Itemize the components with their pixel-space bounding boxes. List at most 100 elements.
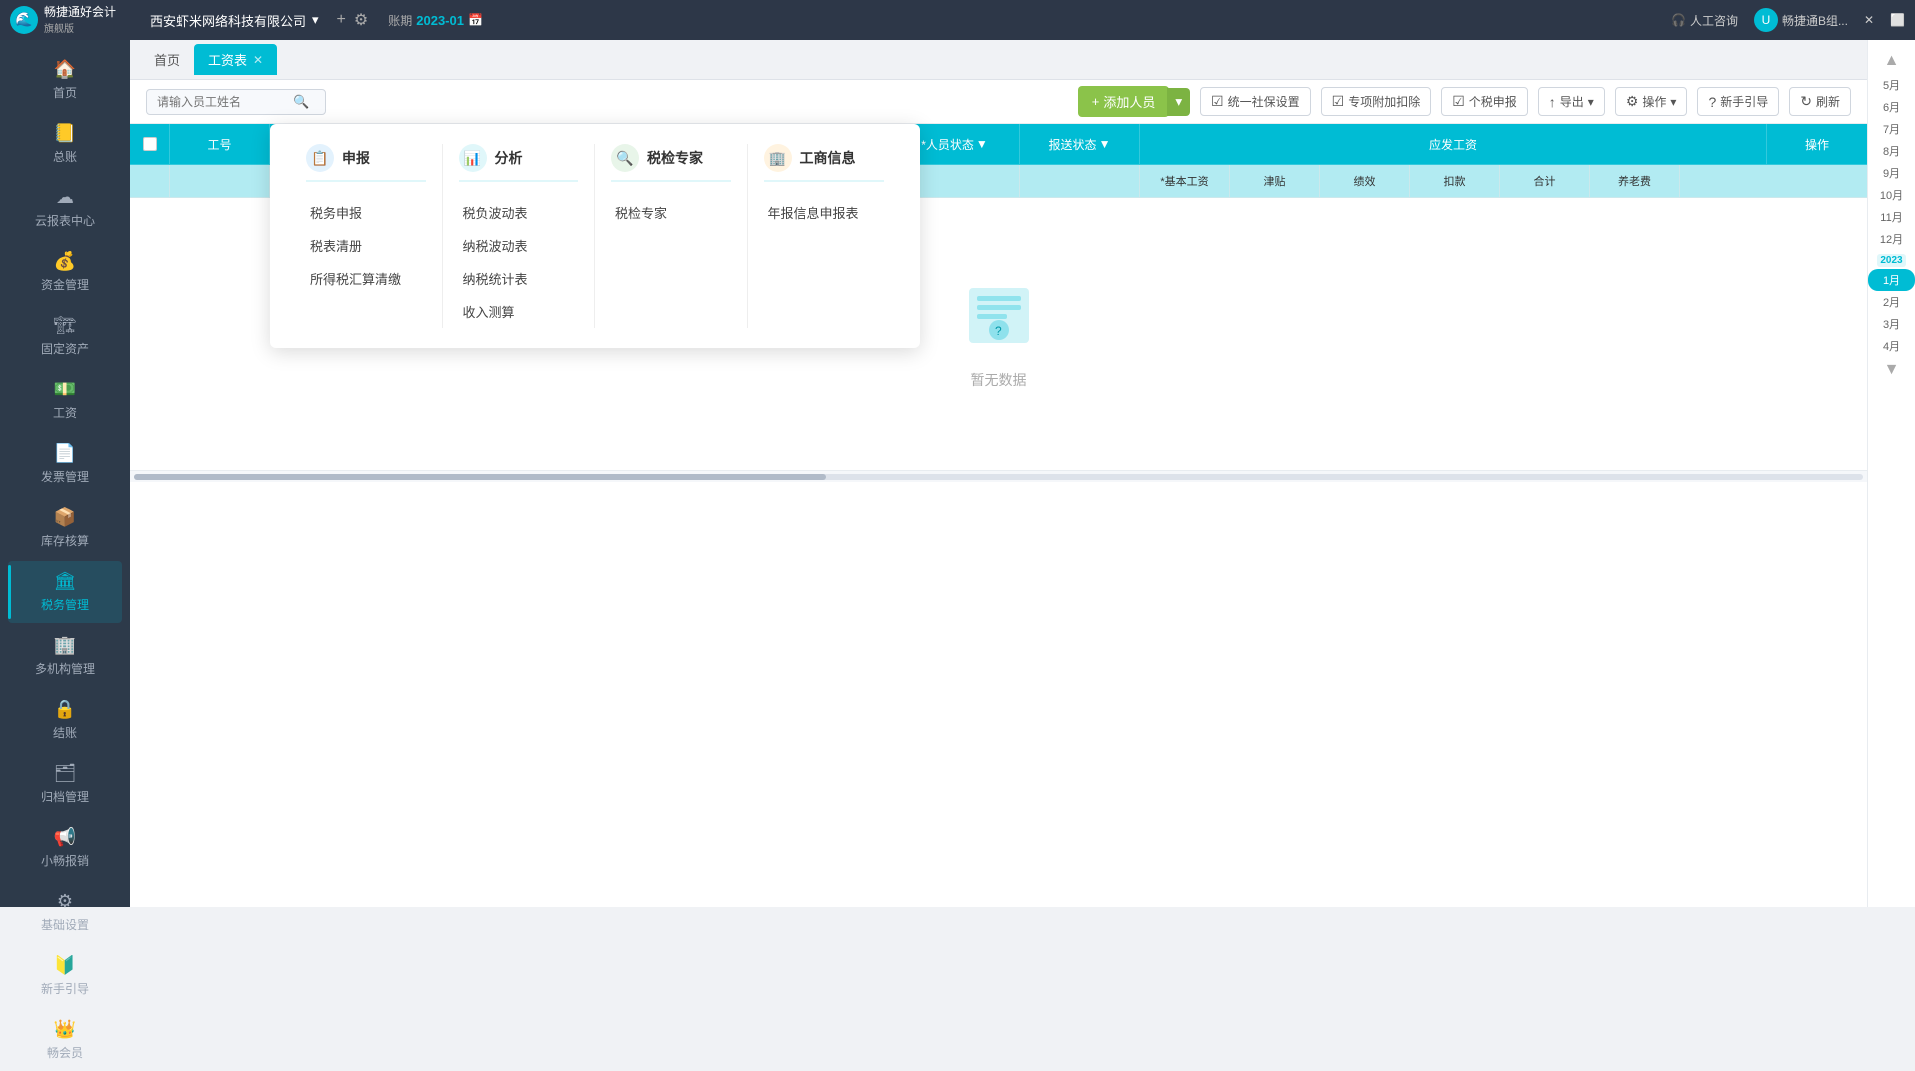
- sidebar-item-new-guide[interactable]: 🔰 新手引导: [8, 945, 122, 1007]
- maximize-icon: ⬜: [1890, 13, 1905, 27]
- th-pension: 养老费: [1590, 165, 1680, 197]
- sidebar-item-home[interactable]: 🏠 首页: [8, 49, 122, 111]
- special-deduction-icon: ☑: [1332, 93, 1345, 110]
- sidebar-label-fund: 资金管理: [41, 276, 89, 293]
- sidebar-item-multi-org[interactable]: 🏢 多机构管理: [8, 625, 122, 687]
- th-total: 合计: [1500, 165, 1590, 197]
- dropdown-header-tax-expert: 🔍 税检专家: [611, 144, 731, 182]
- timeline-prev-button[interactable]: ▲: [1880, 48, 1904, 74]
- dropdown-item-tax-declaration[interactable]: 税务申报: [306, 196, 426, 229]
- sidebar-item-archive[interactable]: 🗂 归档管理: [8, 753, 122, 815]
- timeline-month-3[interactable]: 3月: [1868, 313, 1915, 335]
- company-name: 西安虾米网络科技有限公司: [150, 11, 306, 30]
- export-button[interactable]: ↑ 导出 ▾: [1538, 87, 1605, 116]
- tab-salary[interactable]: 工资表 ✕: [194, 44, 277, 75]
- sidebar-item-invoice[interactable]: 📄 发票管理: [8, 433, 122, 495]
- timeline-month-4[interactable]: 4月: [1868, 335, 1915, 357]
- timeline-panel: ▲ 5月 6月 7月 8月 9月 10月 11月 12月 2023 1月 2月 …: [1867, 40, 1915, 907]
- scrollbar-thumb[interactable]: [134, 474, 826, 480]
- select-all-checkbox[interactable]: [143, 137, 157, 151]
- dropdown-item-income-forecast[interactable]: 收入测算: [459, 295, 579, 328]
- sidebar-label-ledger: 总账: [53, 148, 77, 165]
- dropdown-item-tax-expert[interactable]: 税检专家: [611, 196, 731, 229]
- timeline-month-10[interactable]: 10月: [1868, 184, 1915, 206]
- dropdown-item-tax-burden[interactable]: 税负波动表: [459, 196, 579, 229]
- sidebar-item-member[interactable]: 👑 畅会员: [8, 1009, 122, 1071]
- period-calendar-icon[interactable]: 📅: [468, 13, 483, 27]
- dropdown-item-tax-payment[interactable]: 纳税波动表: [459, 229, 579, 262]
- maximize-window-button[interactable]: ⬜: [1890, 13, 1905, 27]
- timeline-month-9[interactable]: 9月: [1868, 162, 1915, 184]
- sidebar-label-basic-settings: 基础设置: [41, 916, 89, 933]
- support-button[interactable]: 🎧 人工咨询: [1671, 12, 1738, 29]
- add-person-button[interactable]: + 添加人员: [1078, 86, 1170, 117]
- sidebar-item-fund-mgmt[interactable]: 💰 资金管理: [8, 241, 122, 303]
- refresh-icon: ↻: [1800, 93, 1812, 110]
- tax-icon: 🏛: [54, 571, 77, 592]
- sidebar-item-general-ledger[interactable]: 📒 总账: [8, 113, 122, 175]
- add-company-button[interactable]: +: [337, 11, 346, 29]
- sidebar-item-cloud-report[interactable]: ☁ 云报表中心: [8, 177, 122, 239]
- toolbar: 🔍 + 添加人员 ▾ ☑ 统一社保设置 ☑ 专项附加扣除 ☑ 个税申报: [130, 80, 1867, 124]
- sidebar-label-assets: 固定资产: [41, 340, 89, 357]
- timeline-next-button[interactable]: ▼: [1880, 357, 1904, 383]
- tab-salary-label: 工资表: [208, 50, 247, 69]
- refresh-button[interactable]: ↻ 刷新: [1789, 87, 1851, 116]
- operations-dropdown-icon: ▾: [1670, 95, 1676, 109]
- dropdown-item-tax-form-list[interactable]: 税表清册: [306, 229, 426, 262]
- sidebar-item-inventory[interactable]: 📦 库存核算: [8, 497, 122, 559]
- new-guide-button[interactable]: ? 新手引导: [1697, 87, 1779, 116]
- ledger-icon: 📒: [54, 123, 76, 144]
- sidebar-item-close-period[interactable]: 🔒 结账: [8, 689, 122, 751]
- timeline-month-12[interactable]: 12月: [1868, 228, 1915, 250]
- timeline-month-7[interactable]: 7月: [1868, 118, 1915, 140]
- user-button[interactable]: U 畅捷通B组...: [1754, 8, 1848, 32]
- logo-name: 畅捷通好会计: [44, 5, 116, 19]
- main-layout: 🏠 首页 📒 总账 ☁ 云报表中心 💰 资金管理 🏗 固定资产 💵 工资 📄 发…: [0, 40, 1915, 907]
- invoice-icon: 📄: [54, 443, 76, 464]
- special-deduction-button[interactable]: ☑ 专项附加扣除: [1321, 87, 1432, 116]
- dropdown-item-annual-report[interactable]: 年报信息申报表: [764, 196, 885, 229]
- company-dropdown-icon: ▾: [312, 12, 319, 28]
- bottom-scrollbar[interactable]: [130, 470, 1867, 482]
- dropdown-item-tax-stats[interactable]: 纳税统计表: [459, 262, 579, 295]
- dropdown-item-income-tax-settlement[interactable]: 所得税汇算清缴: [306, 262, 426, 295]
- tab-home[interactable]: 首页: [140, 44, 194, 75]
- th-merged-yingfa: 应发工资: [1140, 124, 1767, 164]
- timeline-month-11[interactable]: 11月: [1868, 206, 1915, 228]
- close-window-button[interactable]: ✕: [1864, 13, 1874, 27]
- new-guide-icon: 🔰: [54, 955, 76, 976]
- company-selector[interactable]: 西安虾米网络科技有限公司 ▾: [140, 7, 329, 34]
- sidebar-item-basic-settings[interactable]: ⚙ 基础设置: [8, 881, 122, 943]
- timeline-month-5[interactable]: 5月: [1868, 74, 1915, 96]
- timeline-month-1-current[interactable]: 1月: [1868, 269, 1915, 291]
- sidebar-label-archive: 归档管理: [41, 788, 89, 805]
- logo-sub: 旗舰版: [44, 20, 116, 35]
- sidebar-item-xiao-chang[interactable]: 📢 小畅报销: [8, 817, 122, 879]
- sidebar: 🏠 首页 📒 总账 ☁ 云报表中心 💰 资金管理 🏗 固定资产 💵 工资 📄 发…: [0, 40, 130, 907]
- company-settings-button[interactable]: ⚙: [354, 10, 368, 30]
- tab-close-icon[interactable]: ✕: [253, 53, 263, 67]
- search-input[interactable]: [157, 95, 287, 109]
- th-checkbox[interactable]: [130, 124, 170, 164]
- operations-button[interactable]: ⚙ 操作 ▾: [1615, 87, 1688, 116]
- timeline-month-2[interactable]: 2月: [1868, 291, 1915, 313]
- social-insurance-button[interactable]: ☑ 统一社保设置: [1200, 87, 1311, 116]
- xiao-chang-icon: 📢: [54, 827, 76, 848]
- sidebar-item-fixed-assets[interactable]: 🏗 固定资产: [8, 305, 122, 367]
- svg-text:?: ?: [995, 324, 1002, 338]
- sidebar-item-tax-mgmt[interactable]: 🏛 税务管理: [8, 561, 122, 623]
- th-base-salary: *基本工资: [1140, 165, 1230, 197]
- declaration-icon: 📋: [306, 144, 334, 172]
- add-person-dropdown-button[interactable]: ▾: [1167, 88, 1190, 116]
- scrollbar-track[interactable]: [134, 474, 1863, 480]
- timeline-month-8[interactable]: 8月: [1868, 140, 1915, 162]
- th-report-status[interactable]: 报送状态 ▼: [1020, 124, 1140, 164]
- personal-tax-button[interactable]: ☑ 个税申报: [1441, 87, 1528, 116]
- sidebar-item-salary[interactable]: 💵 工资: [8, 369, 122, 431]
- tax-expert-icon: 🔍: [611, 144, 639, 172]
- operations-icon: ⚙: [1626, 93, 1639, 110]
- timeline-month-6[interactable]: 6月: [1868, 96, 1915, 118]
- sidebar-label-xiao-chang: 小畅报销: [41, 852, 89, 869]
- content-area: 首页 工资表 ✕ 🔍 + 添加人员 ▾ ☑ 统一社: [130, 40, 1867, 907]
